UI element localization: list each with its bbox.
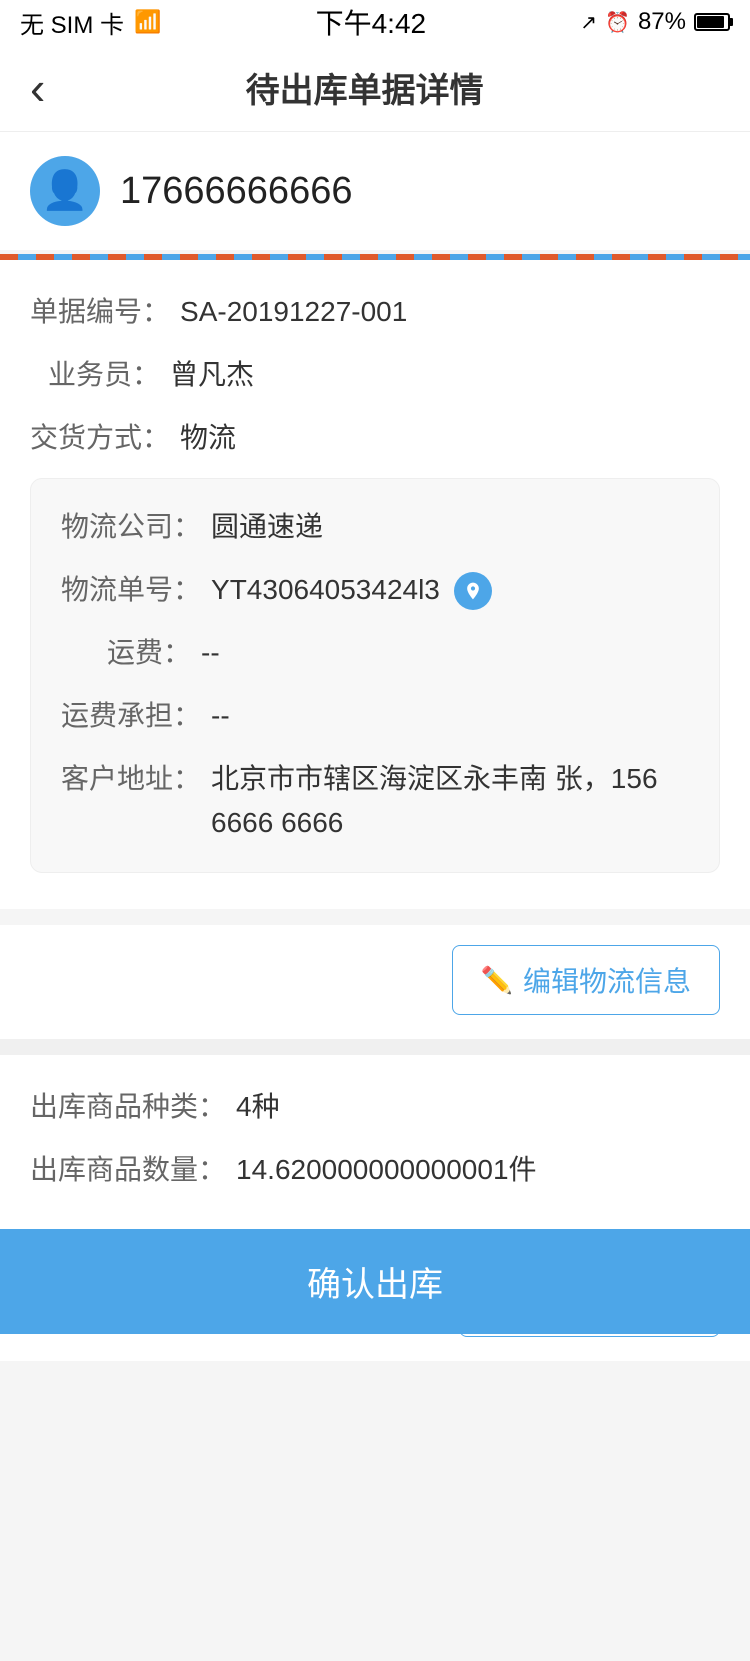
- logistics-company-row: 物流公司： 圆通速递: [61, 505, 689, 550]
- goods-section: 出库商品种类： 4种 出库商品数量： 14.620000000000001件: [0, 1055, 750, 1231]
- status-bar: 无 SIM 卡 📶 下午4:42 ↗ ⏰ 87%: [0, 0, 750, 44]
- customer-phone: 17666666666: [120, 170, 352, 213]
- logistics-company-value: 圆通速递: [211, 505, 689, 550]
- agent-row: 业务员： 曾凡杰: [30, 353, 720, 398]
- user-icon: 👤: [41, 169, 88, 213]
- freight-bearer-row: 运费承担： --: [61, 694, 689, 739]
- status-right: ↗ ⏰ 87%: [580, 8, 730, 36]
- goods-types-label: 出库商品种类：: [30, 1085, 236, 1130]
- battery-percent: 87%: [638, 8, 686, 36]
- freight-bearer-value: --: [211, 694, 689, 739]
- agent-value: 曾凡杰: [170, 353, 720, 398]
- edit-btn-row: ✏️ 编辑物流信息: [0, 925, 750, 1039]
- tracking-row: 物流单号： YT43064053424l3: [61, 568, 689, 613]
- wifi-icon: 📶: [134, 9, 161, 35]
- document-number-row: 单据编号： SA-20191227-001: [30, 290, 720, 335]
- address-label: 客户地址：: [61, 757, 211, 802]
- delivery-label: 交货方式：: [30, 416, 180, 461]
- tracking-location-icon[interactable]: [454, 572, 492, 610]
- goods-quantity-value: 14.620000000000001件: [236, 1148, 720, 1193]
- freight-row: 运费： --: [61, 631, 689, 676]
- address-row: 客户地址： 北京市市辖区海淀区永丰南 张，156 6666 6666: [61, 757, 689, 847]
- section-separator: [0, 1039, 750, 1055]
- delivery-value: 物流: [180, 416, 720, 461]
- tracking-number: YT43064053424l3: [211, 568, 440, 613]
- confirm-btn-container: 确认出库: [0, 1229, 750, 1334]
- tracking-value-container: YT43064053424l3: [211, 568, 689, 613]
- bottom-spacer: [0, 1361, 750, 1561]
- document-number-value: SA-20191227-001: [180, 290, 720, 335]
- customer-header: 👤 17666666666: [0, 132, 750, 250]
- avatar: 👤: [30, 156, 100, 226]
- freight-label: 运费：: [61, 631, 201, 676]
- goods-types-row: 出库商品种类： 4种: [30, 1085, 720, 1130]
- agent-label: 业务员：: [30, 353, 170, 398]
- address-value: 北京市市辖区海淀区永丰南 张，156 6666 6666: [211, 757, 689, 847]
- status-left: 无 SIM 卡 📶: [20, 5, 161, 40]
- carrier-text: 无 SIM 卡: [20, 5, 124, 40]
- freight-bearer-label: 运费承担：: [61, 694, 211, 739]
- back-button[interactable]: ‹: [30, 61, 45, 115]
- freight-value: --: [201, 631, 689, 676]
- battery-box: [694, 13, 730, 31]
- status-time: 下午4:42: [316, 2, 427, 42]
- edit-icon: ✏️: [481, 965, 513, 996]
- goods-types-value: 4种: [236, 1085, 720, 1130]
- location-status-icon: ↗: [580, 10, 597, 35]
- nav-bar: ‹ 待出库单据详情: [0, 44, 750, 132]
- edit-btn-label: 编辑物流信息: [523, 960, 691, 1000]
- delivery-row: 交货方式： 物流: [30, 416, 720, 461]
- confirm-outbound-button[interactable]: 确认出库: [0, 1257, 750, 1306]
- logistics-card: 物流公司： 圆通速递 物流单号： YT43064053424l3 运费： --: [30, 478, 720, 873]
- edit-logistics-button[interactable]: ✏️ 编辑物流信息: [452, 945, 720, 1015]
- goods-quantity-label: 出库商品数量：: [30, 1148, 236, 1193]
- logistics-company-label: 物流公司：: [61, 505, 211, 550]
- alarm-icon: ⏰: [605, 10, 630, 35]
- document-info-section: 单据编号： SA-20191227-001 业务员： 曾凡杰 交货方式： 物流 …: [0, 260, 750, 909]
- page-title: 待出库单据详情: [75, 63, 654, 112]
- tracking-label: 物流单号：: [61, 568, 211, 613]
- document-number-label: 单据编号：: [30, 290, 180, 335]
- goods-quantity-row: 出库商品数量： 14.620000000000001件: [30, 1148, 720, 1193]
